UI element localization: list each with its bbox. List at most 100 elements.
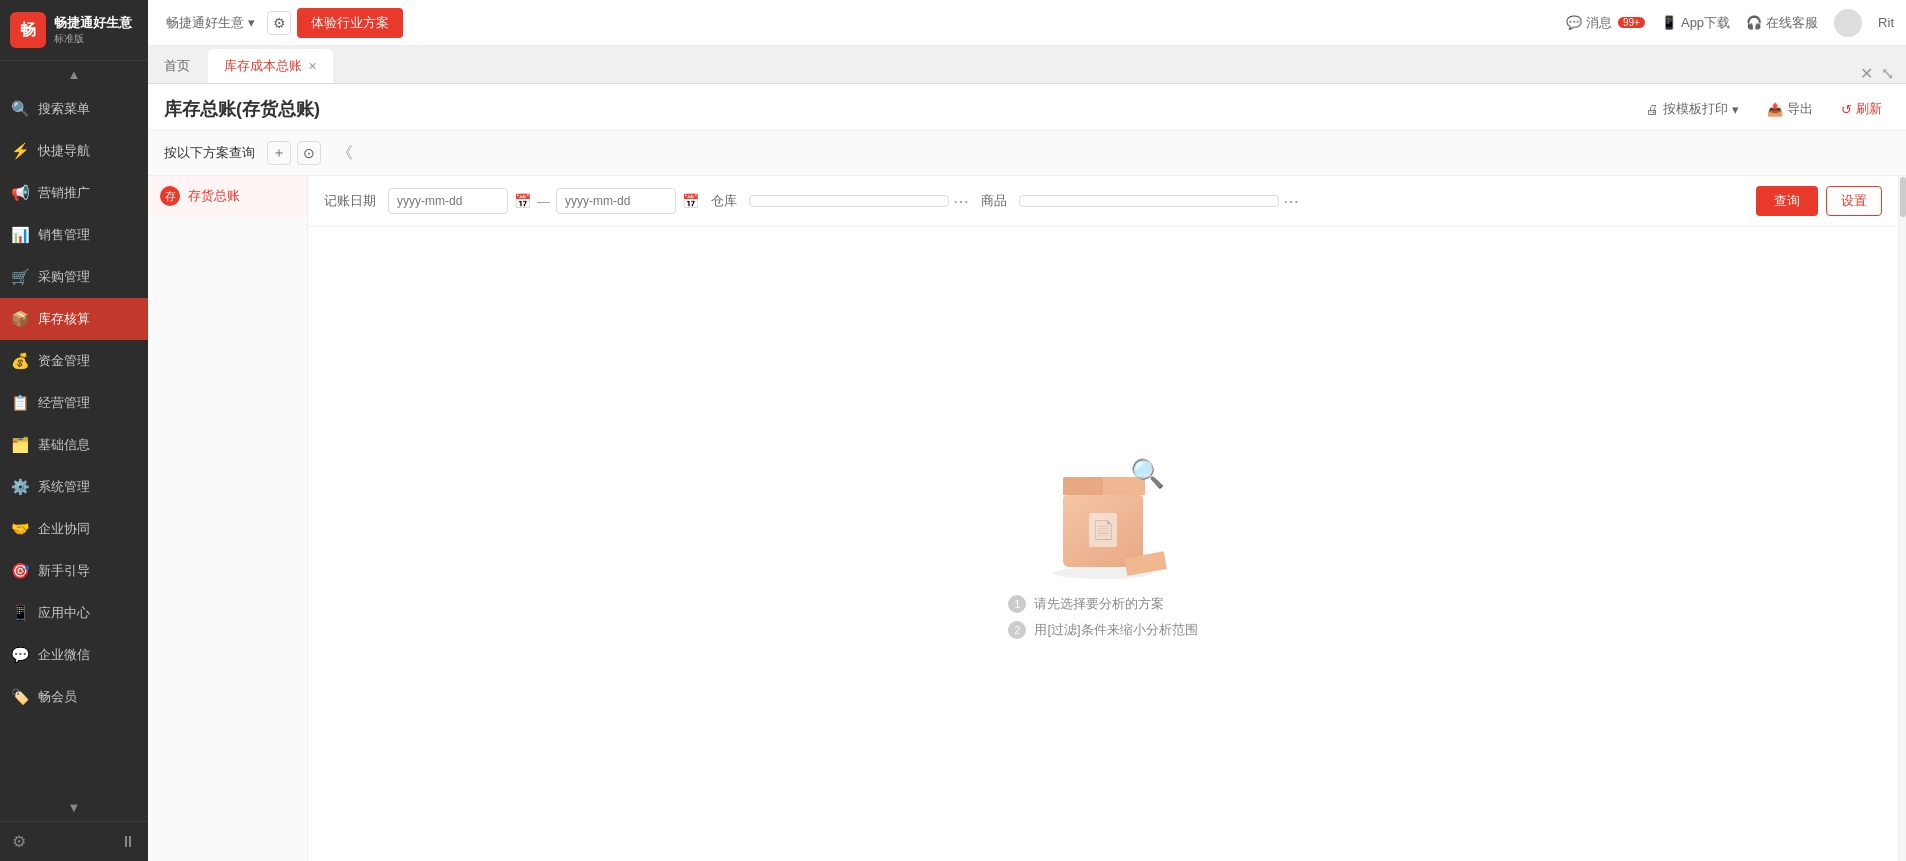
date-field-label: 记账日期 xyxy=(324,192,376,210)
empty-hint-1: 1 请先选择要分析的方案 xyxy=(1008,595,1197,613)
settings-btn[interactable]: 设置 xyxy=(1826,186,1882,216)
warehouse-filter: ⋯ xyxy=(749,192,969,211)
topbar-nav[interactable]: 畅捷通好生意 ▾ xyxy=(160,10,261,36)
main-panel: 记账日期 📅 — 📅 仓库 ⋯ 商 xyxy=(308,176,1898,861)
action-buttons: 查询 设置 xyxy=(1756,186,1882,216)
appstore-icon: 📱 xyxy=(10,604,30,622)
tab-home[interactable]: 首页 xyxy=(148,49,206,83)
date-start-input[interactable] xyxy=(388,188,508,214)
sidebar-item-purchase[interactable]: 🛒 采购管理 xyxy=(0,256,148,298)
collapse-icon[interactable]: ⏸ xyxy=(120,833,136,851)
export-btn[interactable]: 📤 导出 xyxy=(1759,96,1821,122)
product-more-btn[interactable]: ⋯ xyxy=(1283,192,1299,211)
sidebar-item-appstore[interactable]: 📱 应用中心 xyxy=(0,592,148,634)
online-service-btn[interactable]: 🎧 在线客服 xyxy=(1746,14,1818,32)
inventory-icon: 📦 xyxy=(10,310,30,328)
quick-nav-icon: ⚡ xyxy=(10,142,30,160)
tab-expand-icon[interactable]: ⤡ xyxy=(1881,64,1894,83)
collapse-filter-btn[interactable]: 《 xyxy=(333,141,357,165)
export-icon: 📤 xyxy=(1767,102,1783,117)
scrollbar-thumb[interactable] xyxy=(1900,177,1906,217)
sidebar-item-system[interactable]: ⚙️ 系统管理 xyxy=(0,466,148,508)
sidebar-item-corp[interactable]: 🤝 企业协同 xyxy=(0,508,148,550)
cal-end-icon[interactable]: 📅 xyxy=(682,193,699,209)
topbar-nav-text: 畅捷通好生意 xyxy=(166,14,244,32)
sales-icon: 📊 xyxy=(10,226,30,244)
chevron-down-icon: ▾ xyxy=(248,15,255,30)
cal-start-icon[interactable]: 📅 xyxy=(514,193,531,209)
print-dropdown-icon: ▾ xyxy=(1732,102,1739,117)
sidebar-item-operation[interactable]: 📋 经营管理 xyxy=(0,382,148,424)
topbar-right: 💬 消息 99+ 📱 App下载 🎧 在线客服 Rit xyxy=(1566,9,1894,37)
sidebar-item-quick-nav[interactable]: ⚡ 快捷导航 xyxy=(0,130,148,172)
warehouse-input[interactable] xyxy=(749,195,949,207)
tab-close-icon[interactable]: ✕ xyxy=(308,60,317,73)
user-name: Rit xyxy=(1878,15,1894,30)
query-btn[interactable]: 查询 xyxy=(1756,186,1818,216)
page-header: 库存总账(存货总账) 🖨 按模板打印 ▾ 📤 导出 ↺ 刷新 xyxy=(148,84,1906,131)
date-end-input[interactable] xyxy=(556,188,676,214)
logo-text: 畅捷通好生意 标准版 xyxy=(54,15,132,45)
sidebar-item-member[interactable]: 🏷️ 畅会员 xyxy=(0,676,148,718)
sidebar-item-inventory[interactable]: 📦 库存核算 xyxy=(0,298,148,340)
date-separator: — xyxy=(537,194,550,209)
add-scheme-btn[interactable]: ＋ xyxy=(267,141,291,165)
app-logo: 畅 畅捷通好生意 标准版 xyxy=(0,0,148,61)
phone-icon: 📱 xyxy=(1661,15,1677,30)
refresh-btn[interactable]: ↺ 刷新 xyxy=(1833,96,1890,122)
topbar-left: 畅捷通好生意 ▾ ⚙ 体验行业方案 xyxy=(160,8,1558,38)
sidebar-item-finance[interactable]: 💰 资金管理 xyxy=(0,340,148,382)
logo-icon: 畅 xyxy=(10,12,46,48)
sidebar-item-basic[interactable]: 🗂️ 基础信息 xyxy=(0,424,148,466)
settings-footer-icon[interactable]: ⚙ xyxy=(12,832,26,851)
empty-illustration: 📄 🔍 xyxy=(1033,449,1173,579)
product-input[interactable] xyxy=(1019,195,1279,207)
right-scrollbar[interactable] xyxy=(1898,176,1906,861)
printer-icon: 🖨 xyxy=(1646,102,1659,117)
sidebar-item-newbie[interactable]: 🎯 新手引导 xyxy=(0,550,148,592)
user-avatar[interactable] xyxy=(1834,9,1862,37)
scheme-item-inventory-ledger[interactable]: 存 存货总账 xyxy=(148,176,307,216)
message-btn[interactable]: 💬 消息 99+ xyxy=(1566,14,1645,32)
sidebar-item-marketing[interactable]: 📢 营销推广 xyxy=(0,172,148,214)
system-icon: ⚙️ xyxy=(10,478,30,496)
manage-scheme-btn[interactable]: ⊙ xyxy=(297,141,321,165)
content-body: 存 存货总账 记账日期 📅 — 📅 仓库 xyxy=(148,176,1906,861)
scheme-panel: 存 存货总账 xyxy=(148,176,308,861)
page-actions: 🖨 按模板打印 ▾ 📤 导出 ↺ 刷新 xyxy=(1638,96,1890,122)
sidebar-scroll-down[interactable]: ▼ xyxy=(0,794,148,821)
step-num-1: 1 xyxy=(1008,595,1026,613)
sidebar-item-sales[interactable]: 📊 销售管理 xyxy=(0,214,148,256)
tab-close-page-icon[interactable]: ✕ xyxy=(1860,64,1873,83)
filter-bar: 按以下方案查询 ＋ ⊙ 《 xyxy=(148,131,1906,176)
empty-hint-2: 2 用[过滤]条件来缩小分析范围 xyxy=(1008,621,1197,639)
newbie-icon: 🎯 xyxy=(10,562,30,580)
sidebar-nav: 🔍 搜索菜单 ⚡ 快捷导航 📢 营销推广 📊 销售管理 🛒 采购管理 📦 库存核… xyxy=(0,88,148,794)
sidebar: 畅 畅捷通好生意 标准版 ▲ 🔍 搜索菜单 ⚡ 快捷导航 📢 营销推广 📊 销售… xyxy=(0,0,148,861)
filter-actions: ＋ ⊙ xyxy=(267,141,321,165)
tabbar: 首页 库存成本总账 ✕ ✕ ⤡ xyxy=(148,46,1906,84)
page-content: 库存总账(存货总账) 🖨 按模板打印 ▾ 📤 导出 ↺ 刷新 按以下方案查询 xyxy=(148,84,1906,861)
basic-icon: 🗂️ xyxy=(10,436,30,454)
product-filter: ⋯ xyxy=(1019,192,1299,211)
warehouse-more-btn[interactable]: ⋯ xyxy=(953,192,969,211)
message-icon: 💬 xyxy=(1566,15,1582,30)
warehouse-label: 仓库 xyxy=(711,192,737,210)
refresh-icon: ↺ xyxy=(1841,102,1852,117)
sidebar-item-search[interactable]: 🔍 搜索菜单 xyxy=(0,88,148,130)
finance-icon: 💰 xyxy=(10,352,30,370)
date-filter-group: 📅 — 📅 xyxy=(388,188,699,214)
app-download-btn[interactable]: 📱 App下载 xyxy=(1661,14,1730,32)
topbar: 畅捷通好生意 ▾ ⚙ 体验行业方案 💬 消息 99+ 📱 App下载 🎧 在线客… xyxy=(148,0,1906,46)
scheme-icon: 存 xyxy=(160,186,180,206)
sidebar-item-wechat[interactable]: 💬 企业微信 xyxy=(0,634,148,676)
sidebar-scroll-up[interactable]: ▲ xyxy=(0,61,148,88)
member-icon: 🏷️ xyxy=(10,688,30,706)
print-btn[interactable]: 🖨 按模板打印 ▾ xyxy=(1638,96,1747,122)
settings-gear-btn[interactable]: ⚙ xyxy=(267,11,291,35)
operation-icon: 📋 xyxy=(10,394,30,412)
industry-btn[interactable]: 体验行业方案 xyxy=(297,8,403,38)
main-area: 畅捷通好生意 ▾ ⚙ 体验行业方案 💬 消息 99+ 📱 App下载 🎧 在线客… xyxy=(148,0,1906,861)
step-num-2: 2 xyxy=(1008,621,1026,639)
tab-inventory-cost[interactable]: 库存成本总账 ✕ xyxy=(208,49,333,83)
